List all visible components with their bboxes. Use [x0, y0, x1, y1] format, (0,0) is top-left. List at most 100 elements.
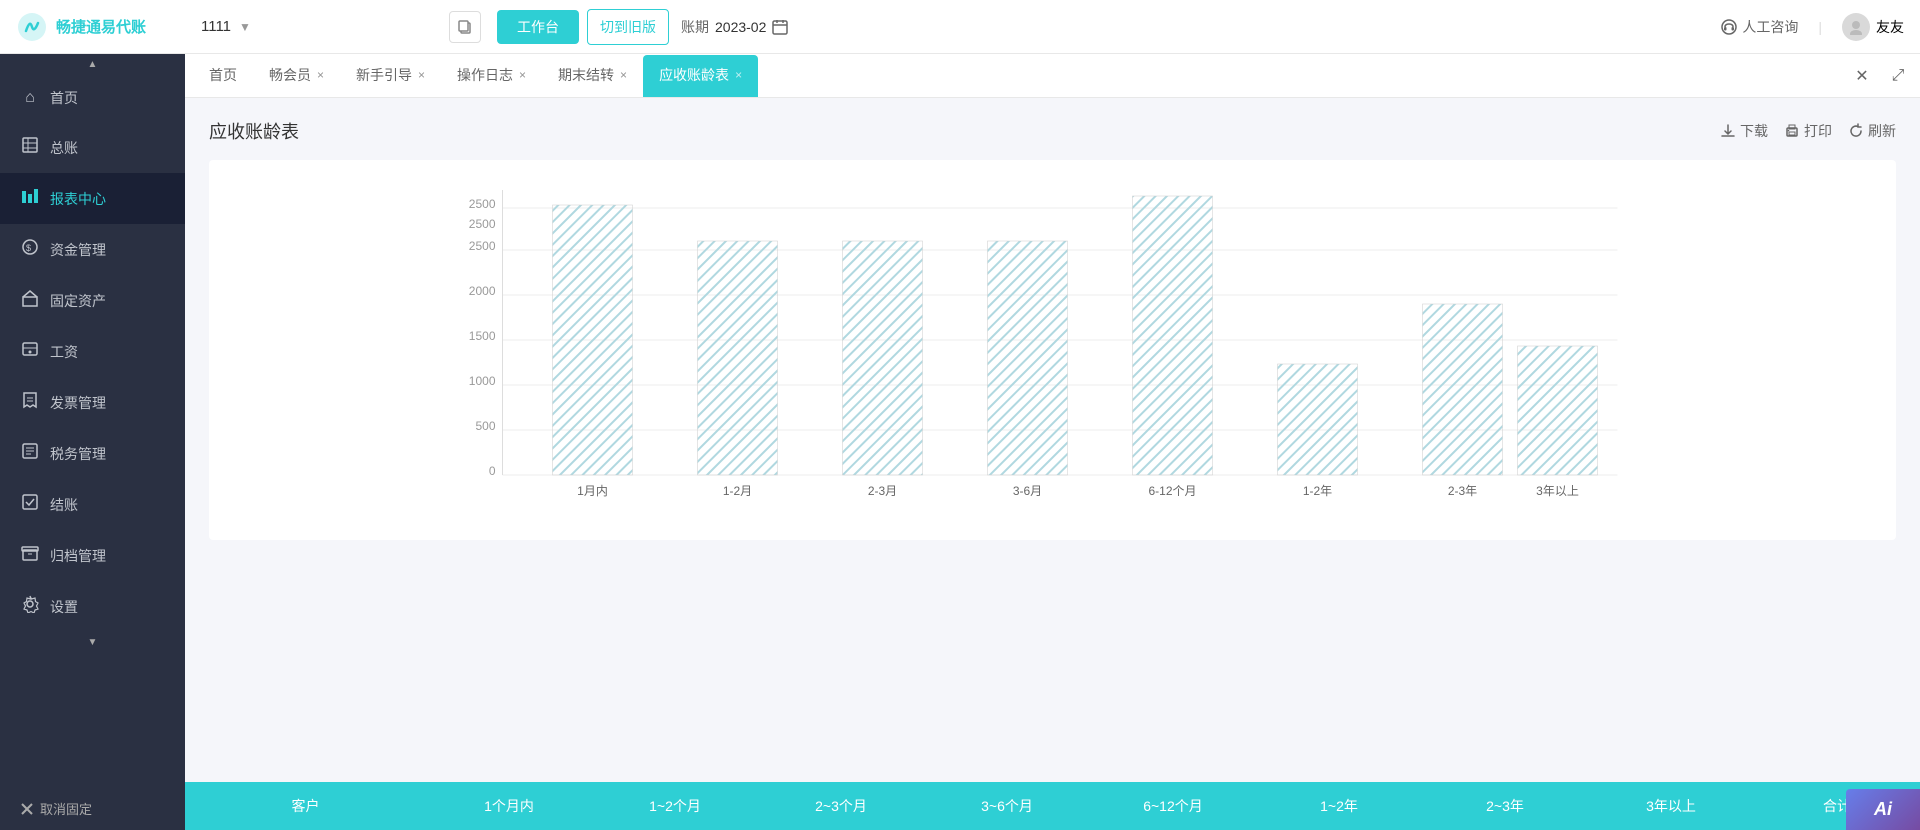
refresh-label: 刷新: [1868, 121, 1896, 141]
print-label: 打印: [1804, 121, 1832, 141]
download-button[interactable]: 下载: [1720, 121, 1768, 141]
logo-text: 畅捷通易代账: [56, 16, 146, 37]
tab-log[interactable]: 操作日志 ×: [441, 55, 542, 97]
tab-aging-close[interactable]: ×: [735, 68, 742, 82]
svg-text:2500: 2500: [469, 217, 496, 231]
fund-icon: $: [20, 238, 40, 261]
tab-member-label: 畅会员: [269, 65, 311, 85]
main-layout: ▲ ⌂ 首页 总账 报表中心 $ 资金管理 固定资产: [0, 54, 1920, 830]
download-label: 下载: [1740, 121, 1768, 141]
calendar-icon[interactable]: [772, 19, 788, 35]
tab-guide-close[interactable]: ×: [418, 68, 425, 82]
tab-member-close[interactable]: ×: [317, 68, 324, 82]
app-header: 畅捷通易代账 1111 ▼ 工作台 切到旧版 账期 2023-02: [0, 0, 1920, 54]
tabs-expand-button[interactable]: ⤢: [1884, 62, 1912, 90]
divider: |: [1818, 19, 1822, 35]
period-label: 账期: [681, 17, 709, 37]
table-col-customer: 客户: [185, 796, 426, 816]
sidebar-item-report[interactable]: 报表中心: [0, 173, 185, 224]
sidebar-item-archive[interactable]: 归档管理: [0, 530, 185, 581]
company-selector[interactable]: 1111 ▼: [201, 18, 441, 35]
table-col-2-3m: 2~3个月: [758, 796, 924, 816]
home-icon: ⌂: [20, 89, 40, 107]
page-content: 应收账龄表 下载: [185, 98, 1920, 782]
tab-log-label: 操作日志: [457, 65, 513, 85]
sidebar-scroll-up[interactable]: ▲: [0, 54, 185, 74]
svg-text:2500: 2500: [469, 239, 496, 253]
bar-chart: 0 500 1000 1500 2000 2500 2500 2500: [219, 180, 1876, 520]
svg-text:1500: 1500: [469, 329, 496, 343]
svg-text:1月内: 1月内: [577, 484, 608, 498]
sidebar-item-ledger[interactable]: 总账: [0, 122, 185, 173]
copy-icon: [457, 19, 473, 35]
sidebar-item-tax[interactable]: 税务管理: [0, 428, 185, 479]
tabs-close-button[interactable]: ✕: [1848, 62, 1876, 90]
switch-version-button[interactable]: 切到旧版: [587, 9, 669, 45]
tab-guide-label: 新手引导: [356, 65, 412, 85]
svg-text:2-3年: 2-3年: [1448, 484, 1477, 498]
svg-text:6-12个月: 6-12个月: [1148, 484, 1196, 498]
close-period-icon: [20, 493, 40, 516]
sidebar-item-invoice[interactable]: 发票管理: [0, 377, 185, 428]
table-col-3y-plus: 3年以上: [1588, 796, 1754, 816]
sidebar-item-asset[interactable]: 固定资产: [0, 275, 185, 326]
table-col-3-6m: 3~6个月: [924, 796, 1090, 816]
tab-period-close[interactable]: 期末结转 ×: [542, 55, 643, 97]
tab-log-close[interactable]: ×: [519, 68, 526, 82]
tab-guide[interactable]: 新手引导 ×: [340, 55, 441, 97]
cancel-fixed-button[interactable]: 取消固定: [0, 787, 185, 830]
svg-text:500: 500: [475, 419, 495, 433]
sidebar: ▲ ⌂ 首页 总账 报表中心 $ 资金管理 固定资产: [0, 54, 185, 830]
sidebar-item-close[interactable]: 结账: [0, 479, 185, 530]
sidebar-scroll-down[interactable]: ▼: [0, 632, 185, 652]
user-name: 友友: [1876, 17, 1904, 37]
page-header: 应收账龄表 下载: [209, 118, 1896, 144]
tax-icon: [20, 442, 40, 465]
sidebar-item-home[interactable]: ⌂ 首页: [0, 74, 185, 122]
headset-icon: [1720, 18, 1738, 36]
svg-text:0: 0: [489, 464, 496, 478]
logo-area: 畅捷通易代账: [16, 11, 201, 43]
table-col-2-3y: 2~3年: [1422, 796, 1588, 816]
svg-text:1000: 1000: [469, 374, 496, 388]
sidebar-item-settings[interactable]: 设置: [0, 581, 185, 632]
tabs-bar: 首页 畅会员 × 新手引导 × 操作日志 × 期末结转 × 应收账龄表 ×: [185, 54, 1920, 98]
page-title: 应收账龄表: [209, 118, 299, 144]
company-name: 1111: [201, 18, 231, 35]
svg-text:2-3月: 2-3月: [868, 484, 897, 498]
user-area[interactable]: 友友: [1842, 13, 1904, 41]
sidebar-item-fund[interactable]: $ 资金管理: [0, 224, 185, 275]
report-icon: [20, 187, 40, 210]
table-col-1-2y: 1~2年: [1256, 796, 1422, 816]
chevron-down-icon: ▼: [239, 20, 251, 34]
tab-home[interactable]: 首页: [193, 55, 253, 97]
download-icon: [1720, 123, 1736, 139]
table-col-6-12m: 6~12个月: [1090, 796, 1256, 816]
pin-icon: [20, 802, 34, 816]
copy-button[interactable]: [449, 11, 481, 43]
user-icon: [1848, 19, 1864, 35]
settings-icon: [20, 595, 40, 618]
sidebar-item-salary[interactable]: 工资: [0, 326, 185, 377]
ai-badge[interactable]: Ai: [1846, 789, 1920, 830]
print-icon: [1784, 123, 1800, 139]
content-area: 首页 畅会员 × 新手引导 × 操作日志 × 期末结转 × 应收账龄表 ×: [185, 54, 1920, 830]
table-col-1m: 1个月内: [426, 796, 592, 816]
tab-period-close-close[interactable]: ×: [620, 68, 627, 82]
cancel-fixed-label: 取消固定: [40, 799, 92, 818]
chart-container: 0 500 1000 1500 2000 2500 2500 2500: [209, 160, 1896, 540]
tabs-actions: ✕ ⤢: [1848, 62, 1912, 90]
table-col-1-2m: 1~2个月: [592, 796, 758, 816]
logo-icon: [16, 11, 48, 43]
tab-member[interactable]: 畅会员 ×: [253, 55, 340, 97]
tab-aging[interactable]: 应收账龄表 ×: [643, 55, 758, 97]
salary-icon: [20, 340, 40, 363]
workbench-button[interactable]: 工作台: [497, 10, 579, 44]
refresh-button[interactable]: 刷新: [1848, 121, 1896, 141]
avatar: [1842, 13, 1870, 41]
page-actions: 下载 打印: [1720, 121, 1896, 141]
consult-button[interactable]: 人工咨询: [1720, 17, 1798, 37]
table-header: 客户 1个月内 1~2个月 2~3个月 3~6个月 6~12个月 1~2年 2~…: [185, 782, 1920, 830]
print-button[interactable]: 打印: [1784, 121, 1832, 141]
tab-period-close-label: 期末结转: [558, 65, 614, 85]
